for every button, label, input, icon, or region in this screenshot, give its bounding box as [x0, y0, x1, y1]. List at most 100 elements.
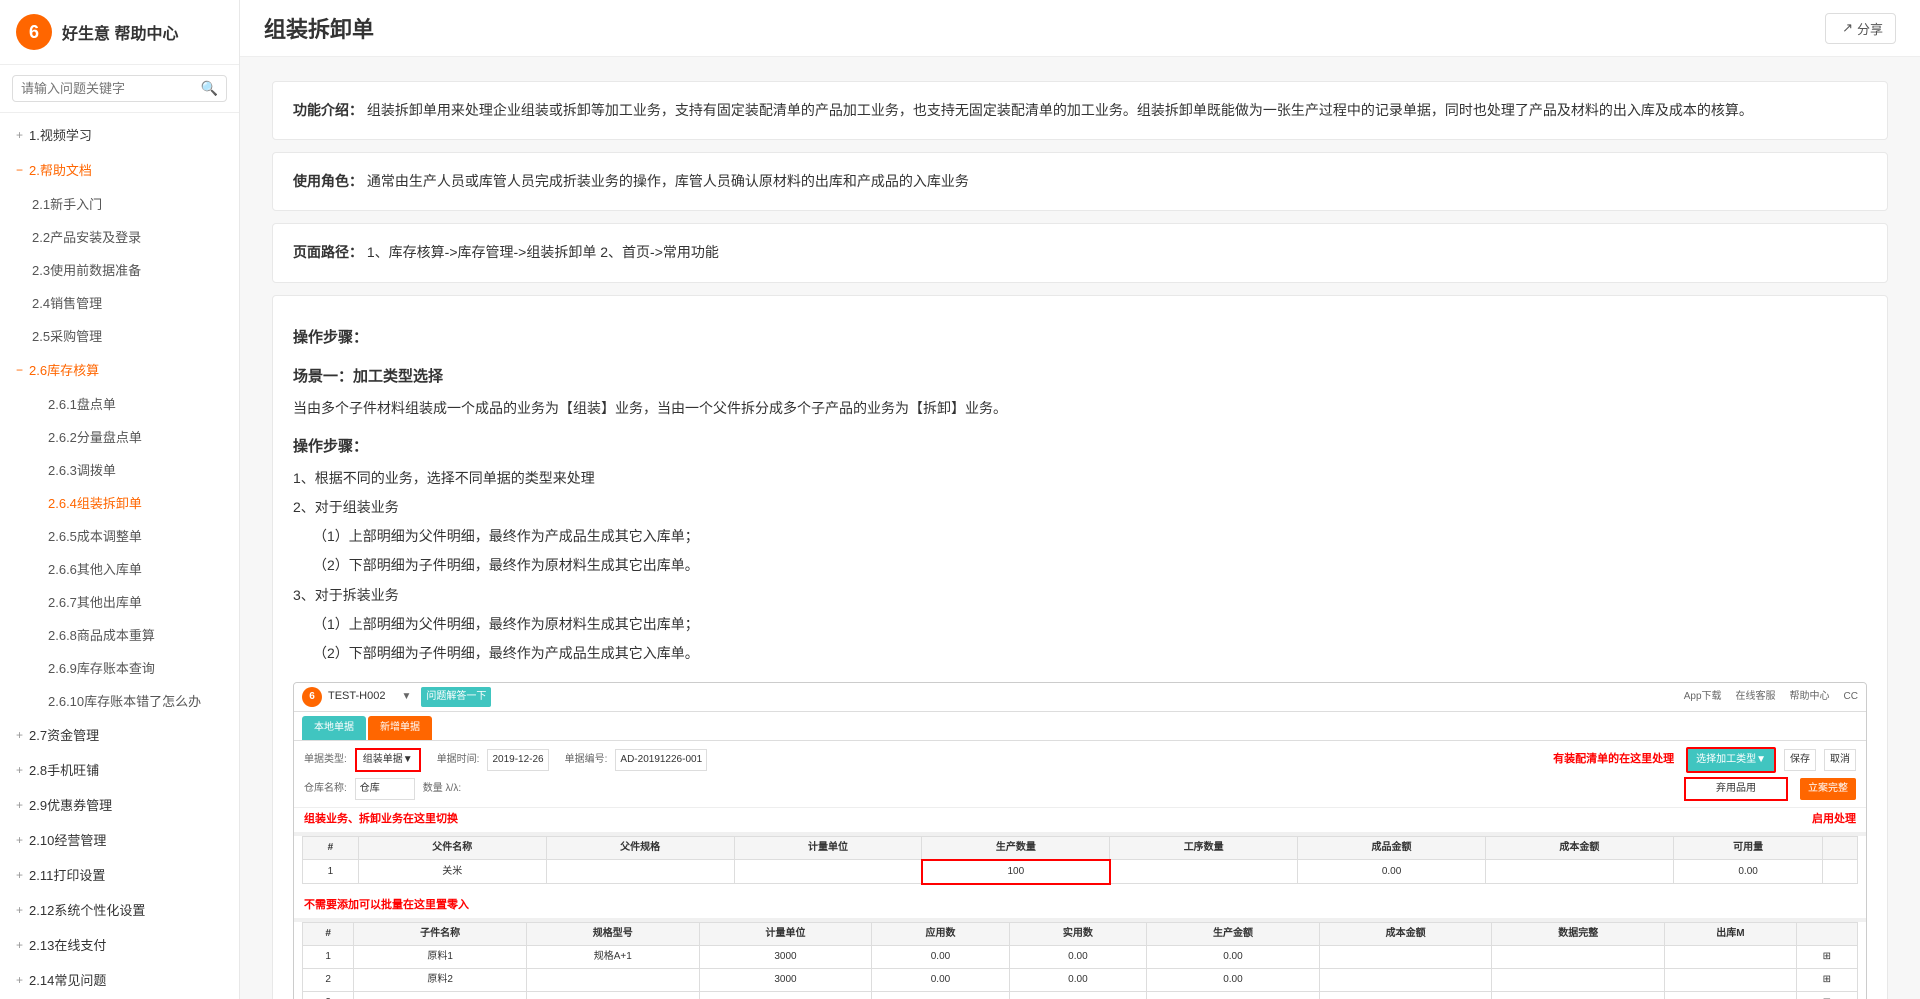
screenshot-container: 6 TEST-H002 ▼ 问题解答一下 App下载 在线客服 帮助中心 CC …: [293, 682, 1867, 999]
ss-warehouse[interactable]: 仓库: [355, 778, 415, 800]
ss-annotation-row: 组装业务、拆卸业务在这里切换 启用处理: [294, 808, 1866, 832]
step2-1: （1）上部明细为父件明细，最终作为产成品生成其它入库单；: [313, 524, 1867, 549]
ss-top-table-area: # 父件名称 父件规格 计量单位 生产数量 工序数量 成品金额 成本金额 可用量: [294, 836, 1866, 889]
table-row: 3 ⊞: [303, 992, 1858, 999]
step3-2: （2）下部明细为子件明细，最终作为产成品生成其它入库单。: [313, 641, 1867, 666]
intro-card: 功能介绍： 组装拆卸单用来处理企业组装或拆卸等加工业务，支持有固定装配清单的产品…: [272, 81, 1888, 140]
sidebar-item-sales[interactable]: 2.4销售管理: [0, 286, 239, 319]
path-text: 1、库存核算->库存管理->组装拆卸单 2、首页->常用功能: [367, 244, 719, 260]
scene1-label: 场景一：加工类型选择: [293, 363, 1867, 390]
sidebar-item-docs[interactable]: − 2.帮助文档: [0, 152, 239, 187]
path-card: 页面路径： 1、库存核算->库存管理->组装拆卸单 2、首页->常用功能: [272, 223, 1888, 282]
collapse-icon-stock: −: [16, 363, 23, 377]
ss-bottom-table: # 子件名称 规格型号 计量单位 应用数 实用数 生产金额 成本金额 数据完整: [302, 922, 1858, 999]
sidebar-item-stock[interactable]: − 2.6库存核算: [0, 352, 239, 387]
ss-bottom-table-area: # 子件名称 规格型号 计量单位 应用数 实用数 生产金额 成本金额 数据完整: [294, 922, 1866, 999]
scene1-desc: 当由多个子件材料组装成一个成品的业务为【组装】业务，当由一个父件拆分成多个子产品…: [293, 396, 1867, 421]
ss-nav-main: 问题解答一下: [421, 687, 491, 707]
search-box[interactable]: 🔍: [12, 75, 227, 102]
step-label: 操作步骤：: [293, 433, 1867, 460]
nav-section: + 1.视频学习 − 2.帮助文档 2.1新手入门 2.2产品安装及登录 2.3…: [0, 113, 239, 999]
sidebar-item-video[interactable]: + 1.视频学习: [0, 117, 239, 152]
ss-doc-date[interactable]: 2019-12-26: [487, 749, 548, 771]
share-button[interactable]: ↗ 分享: [1825, 13, 1896, 44]
sidebar-item-266[interactable]: 2.6.6其他入库单: [0, 552, 239, 585]
sidebar-item-newbie[interactable]: 2.1新手入门: [0, 187, 239, 220]
sidebar-item-label: 1.视频学习: [29, 125, 92, 144]
ss-doc-type[interactable]: 组装单据▼: [355, 748, 421, 772]
ss-top-table: # 父件名称 父件规格 计量单位 生产数量 工序数量 成品金额 成本金额 可用量: [302, 836, 1858, 885]
sidebar-item-263[interactable]: 2.6.3调拨单: [0, 453, 239, 486]
sidebar-item-fund[interactable]: + 2.7资金管理: [0, 717, 239, 752]
screenshot-inner: 6 TEST-H002 ▼ 问题解答一下 App下载 在线客服 帮助中心 CC …: [294, 683, 1866, 999]
ss-enabled-field[interactable]: 弃用品用: [1684, 777, 1788, 801]
sidebar-item-coupon[interactable]: + 2.9优惠券管理: [0, 787, 239, 822]
search-area: 🔍: [0, 65, 239, 113]
ss-form-header: 单据类型: 组装单据▼ 单据时间: 2019-12-26 单据编号: AD-20…: [294, 741, 1866, 808]
sidebar-item-label: 2.6库存核算: [29, 360, 99, 379]
app-logo: 6: [16, 14, 52, 50]
ss-annotation2: 组装业务、拆卸业务在这里切换: [304, 810, 458, 830]
search-input[interactable]: [21, 81, 201, 96]
search-icon[interactable]: 🔍: [201, 80, 218, 97]
ss-company: TEST-H002: [328, 687, 385, 707]
role-text: 通常由生产人员或库管人员完成折装业务的操作，库管人员确认原材料的出库和产成品的入…: [367, 173, 969, 189]
ss-tab-row: 本地单据 新增单据: [294, 712, 1866, 741]
intro-label: 功能介绍：: [293, 102, 363, 118]
sidebar-item-269[interactable]: 2.6.9库存账本查询: [0, 651, 239, 684]
sidebar-item-label: 2.帮助文档: [29, 160, 92, 179]
intro-text: 组装拆卸单用来处理企业组装或拆卸等加工业务，支持有固定装配清单的产品加工业务，也…: [367, 102, 1753, 118]
main-area: 组装拆卸单 ↗ 分享 功能介绍： 组装拆卸单用来处理企业组装或拆卸等加工业务，支…: [240, 0, 1920, 999]
role-label: 使用角色：: [293, 173, 363, 189]
sidebar-item-ops[interactable]: + 2.10经营管理: [0, 822, 239, 857]
sidebar: 6 好生意 帮助中心 🔍 + 1.视频学习 − 2.帮助文档 2.1新手入门 2…: [0, 0, 240, 999]
sidebar-item-predata[interactable]: 2.3使用前数据准备: [0, 253, 239, 286]
sidebar-item-mobile[interactable]: + 2.8手机旺铺: [0, 752, 239, 787]
ss-logo: 6: [302, 687, 322, 707]
ss-topbar: 6 TEST-H002 ▼ 问题解答一下 App下载 在线客服 帮助中心 CC: [294, 683, 1866, 712]
table-row: 1 关米 100 0.00 0.00: [303, 860, 1858, 884]
expand-icon: +: [16, 128, 23, 142]
sidebar-item-265[interactable]: 2.6.5成本调整单: [0, 519, 239, 552]
top-bar: 组装拆卸单 ↗ 分享: [240, 0, 1920, 57]
page-title: 组装拆卸单: [264, 12, 374, 44]
table-row: 2 原料2 3000 0.00 0.00 0.00: [303, 969, 1858, 992]
sidebar-item-install[interactable]: 2.2产品安装及登录: [0, 220, 239, 253]
sidebar-item-268[interactable]: 2.6.8商品成本重算: [0, 618, 239, 651]
ss-annotation4: 不需要添加可以批量在这里置零入: [304, 899, 469, 911]
table-row: 1 原料1 规格A+1 3000 0.00 0.00 0.00: [303, 946, 1858, 969]
ss-annotation3: 启用处理: [1812, 810, 1856, 830]
sidebar-item-print[interactable]: + 2.11打印设置: [0, 857, 239, 892]
sidebar-item-267[interactable]: 2.6.7其他出库单: [0, 585, 239, 618]
ss-sub-label-row: 不需要添加可以批量在这里置零入: [294, 889, 1866, 918]
ss-doc-num: AD-20191226-001: [615, 749, 707, 771]
step2-2: （2）下部明细为子件明细，最终作为原材料生成其它出库单。: [313, 553, 1867, 578]
sidebar-item-2610[interactable]: 2.6.10库存账本错了怎么办: [0, 684, 239, 717]
share-icon: ↗: [1842, 20, 1853, 36]
sidebar-item-264[interactable]: 2.6.4组装拆卸单: [0, 486, 239, 519]
ss-tab-local[interactable]: 本地单据: [302, 716, 366, 740]
ss-process-btn[interactable]: 选择加工类型▼: [1686, 747, 1776, 773]
sidebar-item-payment[interactable]: + 2.13在线支付: [0, 927, 239, 962]
logo-area: 6 好生意 帮助中心: [0, 0, 239, 65]
sidebar-item-262[interactable]: 2.6.2分量盘点单: [0, 420, 239, 453]
role-card: 使用角色： 通常由生产人员或库管人员完成折装业务的操作，库管人员确认原材料的出库…: [272, 152, 1888, 211]
sidebar-item-purchase[interactable]: 2.5采购管理: [0, 319, 239, 352]
content-area: 功能介绍： 组装拆卸单用来处理企业组装或拆卸等加工业务，支持有固定装配清单的产品…: [240, 57, 1920, 999]
app-title: 好生意 帮助中心: [62, 20, 178, 44]
ops-card: 操作步骤： 场景一：加工类型选择 当由多个子件材料组装成一个成品的业务为【组装】…: [272, 295, 1888, 999]
ss-annotation1: 有装配清单的在这里处理: [1553, 750, 1674, 770]
sidebar-item-sysconfig[interactable]: + 2.12系统个性化设置: [0, 892, 239, 927]
ops-label: 操作步骤：: [293, 324, 1867, 351]
sidebar-item-faq[interactable]: + 2.14常见问题: [0, 962, 239, 997]
step3-1: （1）上部明细为父件明细，最终作为原材料生成其它出库单；: [313, 612, 1867, 637]
sidebar-item-261[interactable]: 2.6.1盘点单: [0, 387, 239, 420]
ss-tab-new[interactable]: 新增单据: [368, 716, 432, 740]
path-label: 页面路径：: [293, 244, 363, 260]
step2: 2、对于组装业务: [293, 495, 1867, 520]
collapse-icon: −: [16, 163, 23, 177]
ss-save-btn[interactable]: 保存: [1784, 749, 1816, 771]
ss-cancel-btn[interactable]: 取消: [1824, 749, 1856, 771]
step3: 3、对于拆装业务: [293, 583, 1867, 608]
ss-confirm-btn[interactable]: 立案完整: [1800, 778, 1856, 800]
